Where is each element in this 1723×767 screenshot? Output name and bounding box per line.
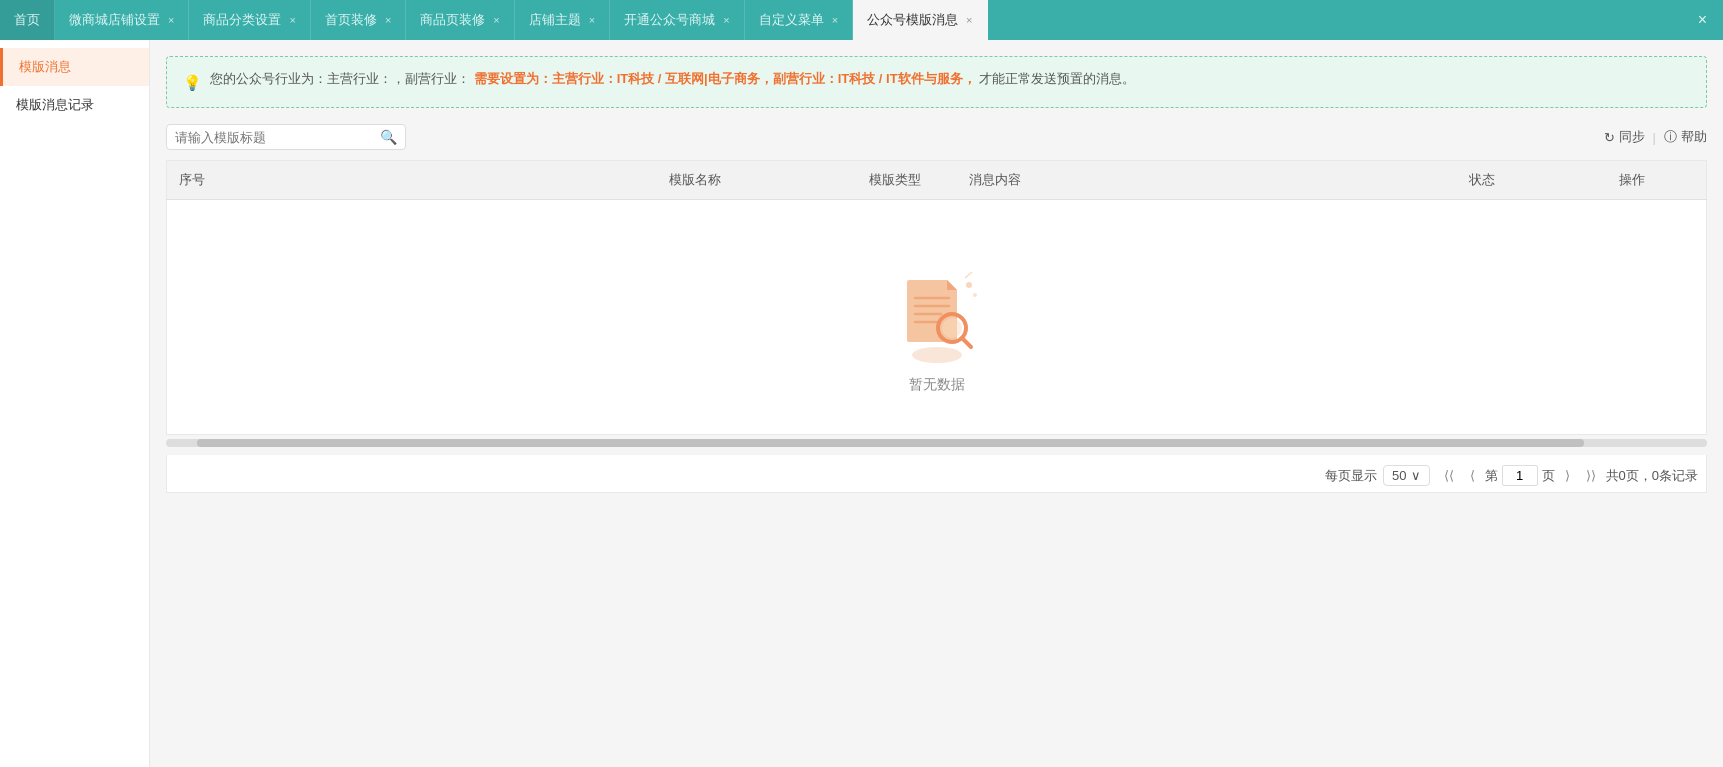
tab-template-msg[interactable]: 公众号模版消息 × bbox=[853, 0, 987, 40]
tab-bar-close-all[interactable]: × bbox=[1682, 11, 1723, 29]
col-seq: 序号 bbox=[167, 161, 657, 200]
svg-line-10 bbox=[965, 272, 972, 278]
scrollbar-thumb[interactable] bbox=[197, 439, 1584, 447]
tab-bar: 首页 微商城店铺设置 × 商品分类设置 × 首页装修 × 商品页装修 × 店铺主… bbox=[0, 0, 1723, 40]
info-banner: 💡 您的公众号行业为：主营行业：，副营行业： 需要设置为：主营行业：IT科技 /… bbox=[166, 56, 1707, 108]
tab-open-mall[interactable]: 开通公众号商城 × bbox=[610, 0, 744, 40]
per-page-value: 50 bbox=[1392, 468, 1406, 483]
toolbar-right: ↻ 同步 | ⓘ 帮助 bbox=[1604, 128, 1707, 146]
page-unit: 页 bbox=[1542, 467, 1555, 485]
tab-open-mall-close[interactable]: × bbox=[723, 14, 729, 26]
info-banner-highlight: 需要设置为：主营行业：IT科技 / 互联网|电子商务，副营行业：IT科技 / I… bbox=[474, 71, 976, 86]
tab-shop-theme-close[interactable]: × bbox=[589, 14, 595, 26]
svg-point-0 bbox=[912, 347, 962, 363]
sidebar-item-template-msg[interactable]: 模版消息 bbox=[0, 48, 149, 86]
tab-product-decor-label: 商品页装修 bbox=[420, 11, 485, 29]
tab-home-decor[interactable]: 首页装修 × bbox=[311, 0, 406, 40]
tab-home-decor-label: 首页装修 bbox=[325, 11, 377, 29]
tab-weishop-settings-close[interactable]: × bbox=[168, 14, 174, 26]
refresh-icon: ↻ bbox=[1604, 130, 1615, 145]
last-page-button[interactable]: ⟩⟩ bbox=[1580, 466, 1602, 485]
table-header-row: 序号 模版名称 模版类型 消息内容 状态 操作 bbox=[167, 161, 1707, 200]
help-label: 帮助 bbox=[1681, 128, 1707, 146]
search-input[interactable] bbox=[175, 130, 374, 145]
table-body: 暂无数据 bbox=[167, 200, 1707, 435]
sidebar-item-template-msg-record[interactable]: 模版消息记录 bbox=[0, 86, 149, 124]
sidebar-item-template-msg-label: 模版消息 bbox=[19, 59, 71, 74]
content-area: 💡 您的公众号行业为：主营行业：，副营行业： 需要设置为：主营行业：IT科技 /… bbox=[150, 40, 1723, 767]
sync-button[interactable]: ↻ 同步 bbox=[1604, 128, 1645, 146]
help-icon: ⓘ bbox=[1664, 128, 1677, 146]
tab-product-decor-close[interactable]: × bbox=[493, 14, 499, 26]
tab-home-decor-close[interactable]: × bbox=[385, 14, 391, 26]
sidebar: 模版消息 模版消息记录 bbox=[0, 40, 150, 767]
tab-custom-menu-label: 自定义菜单 bbox=[759, 11, 824, 29]
page-nav: ⟨⟨ ⟨ 第 页 ⟩ ⟩⟩ 共0页，0条记录 bbox=[1438, 465, 1698, 486]
help-button[interactable]: ⓘ 帮助 bbox=[1664, 128, 1707, 146]
scrollbar-track bbox=[166, 439, 1707, 447]
empty-state-icon bbox=[887, 260, 987, 360]
tab-custom-menu[interactable]: 自定义菜单 × bbox=[745, 0, 853, 40]
svg-point-8 bbox=[966, 282, 972, 288]
horizontal-scrollbar[interactable] bbox=[166, 439, 1707, 451]
empty-row: 暂无数据 bbox=[167, 200, 1707, 435]
prev-page-button[interactable]: ⟨ bbox=[1464, 466, 1481, 485]
col-name: 模版名称 bbox=[657, 161, 857, 200]
tab-product-decor[interactable]: 商品页装修 × bbox=[406, 0, 514, 40]
tab-template-msg-label: 公众号模版消息 bbox=[867, 11, 958, 29]
pagination: 每页显示 50 ∨ ⟨⟨ ⟨ 第 页 ⟩ ⟩⟩ 共0页，0条记录 bbox=[166, 455, 1707, 493]
col-content: 消息内容 bbox=[957, 161, 1457, 200]
info-banner-text: 您的公众号行业为：主营行业：，副营行业： 需要设置为：主营行业：IT科技 / 互… bbox=[210, 69, 1135, 90]
tab-category-settings[interactable]: 商品分类设置 × bbox=[189, 0, 310, 40]
first-page-button[interactable]: ⟨⟨ bbox=[1438, 466, 1460, 485]
tab-category-settings-close[interactable]: × bbox=[289, 14, 295, 26]
tab-category-settings-label: 商品分类设置 bbox=[203, 11, 281, 29]
tab-weishop-settings-label: 微商城店铺设置 bbox=[69, 11, 160, 29]
svg-point-9 bbox=[973, 293, 977, 297]
tab-home[interactable]: 首页 bbox=[0, 0, 55, 40]
tab-shop-theme[interactable]: 店铺主题 × bbox=[515, 0, 610, 40]
search-icon[interactable]: 🔍 bbox=[380, 129, 397, 145]
col-type: 模版类型 bbox=[857, 161, 957, 200]
col-status: 状态 bbox=[1457, 161, 1607, 200]
col-action: 操作 bbox=[1607, 161, 1707, 200]
per-page-dropdown[interactable]: 50 ∨ bbox=[1383, 465, 1429, 486]
empty-state: 暂无数据 bbox=[167, 200, 1706, 434]
search-box[interactable]: 🔍 bbox=[166, 124, 406, 150]
data-table: 序号 模版名称 模版类型 消息内容 状态 操作 bbox=[166, 160, 1707, 435]
page-total: 共0页，0条记录 bbox=[1606, 467, 1698, 485]
tab-weishop-settings[interactable]: 微商城店铺设置 × bbox=[55, 0, 189, 40]
page-number-input[interactable] bbox=[1502, 465, 1538, 486]
sidebar-item-template-msg-record-label: 模版消息记录 bbox=[16, 97, 94, 112]
tab-template-msg-close[interactable]: × bbox=[966, 14, 972, 26]
dropdown-arrow-icon: ∨ bbox=[1411, 468, 1421, 483]
main-layout: 模版消息 模版消息记录 💡 您的公众号行业为：主营行业：，副营行业： 需要设置为… bbox=[0, 40, 1723, 767]
per-page-label: 每页显示 bbox=[1325, 467, 1377, 485]
toolbar-divider: | bbox=[1653, 130, 1656, 145]
svg-line-7 bbox=[962, 338, 971, 347]
tab-open-mall-label: 开通公众号商城 bbox=[624, 11, 715, 29]
info-banner-suffix: 才能正常发送预置的消息。 bbox=[979, 71, 1135, 86]
page-size-select: 每页显示 50 ∨ bbox=[1325, 465, 1429, 486]
bulb-icon: 💡 bbox=[183, 71, 202, 95]
info-banner-prefix: 您的公众号行业为：主营行业：，副营行业： bbox=[210, 71, 470, 86]
tab-shop-theme-label: 店铺主题 bbox=[529, 11, 581, 29]
tab-custom-menu-close[interactable]: × bbox=[832, 14, 838, 26]
tab-home-label: 首页 bbox=[14, 11, 40, 29]
empty-state-text: 暂无数据 bbox=[167, 376, 1706, 394]
svg-point-6 bbox=[942, 318, 962, 338]
next-page-button[interactable]: ⟩ bbox=[1559, 466, 1576, 485]
page-label: 第 bbox=[1485, 467, 1498, 485]
toolbar: 🔍 ↻ 同步 | ⓘ 帮助 bbox=[166, 124, 1707, 150]
sync-label: 同步 bbox=[1619, 128, 1645, 146]
